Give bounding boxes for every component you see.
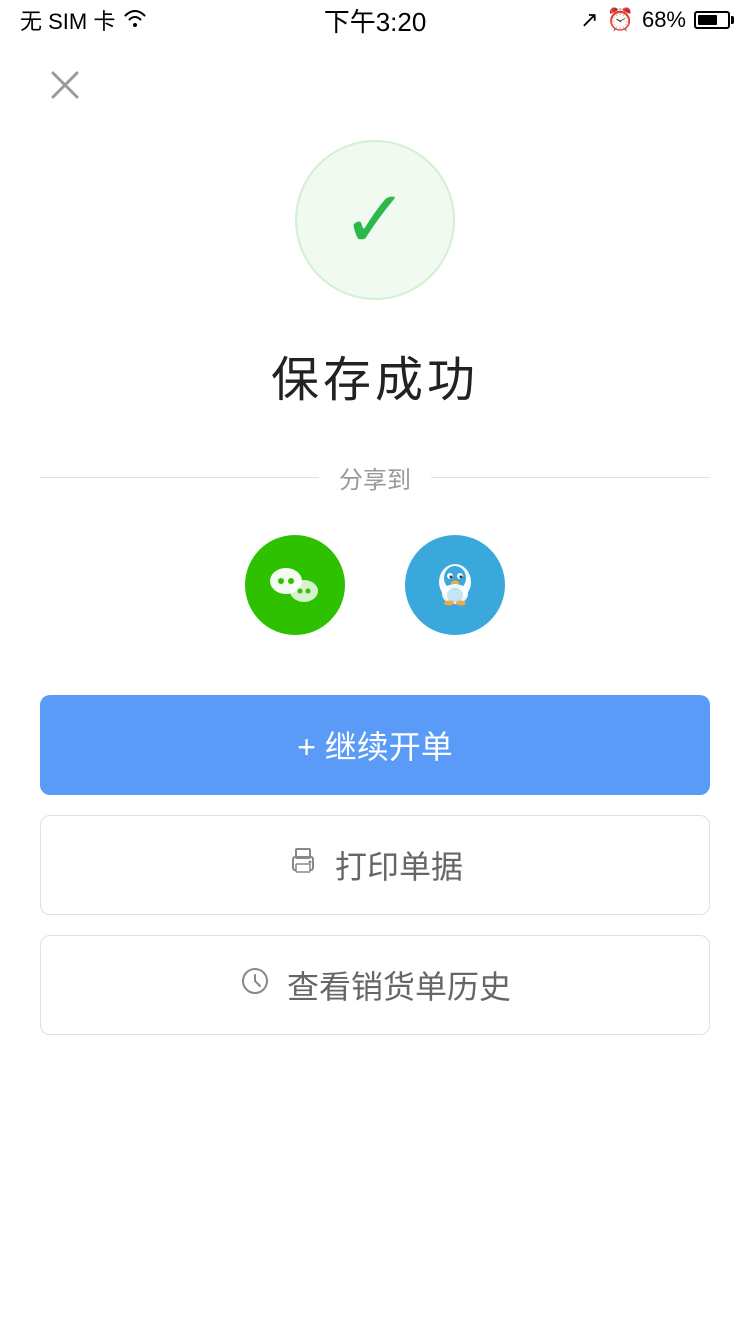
status-left: 无 SIM 卡 [20, 4, 147, 36]
print-label: 打印单据 [335, 842, 463, 888]
status-right: ↗ ⏰ 68% [580, 7, 730, 33]
share-label: 分享到 [339, 460, 411, 495]
share-section: 分享到 [40, 460, 710, 635]
checkmark-icon: ✓ [341, 180, 408, 260]
location-icon: ↗ [580, 7, 598, 33]
success-icon-container: ✓ [295, 140, 455, 300]
divider-line-left [40, 477, 319, 478]
status-time: 下午3:20 [324, 2, 427, 39]
history-label: 查看销货单历史 [287, 962, 511, 1008]
printer-icon [287, 845, 319, 885]
battery-icon [694, 11, 730, 29]
wifi-icon [123, 7, 147, 33]
status-bar: 无 SIM 卡 下午3:20 ↗ ⏰ 68% [0, 0, 750, 40]
share-icons [40, 535, 710, 635]
success-title: 保存成功 [271, 340, 479, 410]
divider-line-right [431, 477, 710, 478]
no-sim-text: 无 SIM 卡 [20, 4, 115, 36]
close-button[interactable] [40, 60, 90, 110]
print-button[interactable]: 打印单据 [40, 815, 710, 915]
share-divider: 分享到 [40, 460, 710, 495]
battery-percentage: 68% [642, 7, 686, 33]
alarm-icon: ⏰ [607, 7, 634, 33]
wechat-share-button[interactable] [245, 535, 345, 635]
continue-button[interactable]: + 继续开单 [40, 695, 710, 795]
history-button[interactable]: 查看销货单历史 [40, 935, 710, 1035]
main-content: ✓ 保存成功 分享到 [0, 40, 750, 1334]
history-icon [239, 965, 271, 1005]
qq-share-button[interactable] [405, 535, 505, 635]
action-buttons: + 继续开单 打印单据 查看销货单历史 [40, 695, 710, 1035]
